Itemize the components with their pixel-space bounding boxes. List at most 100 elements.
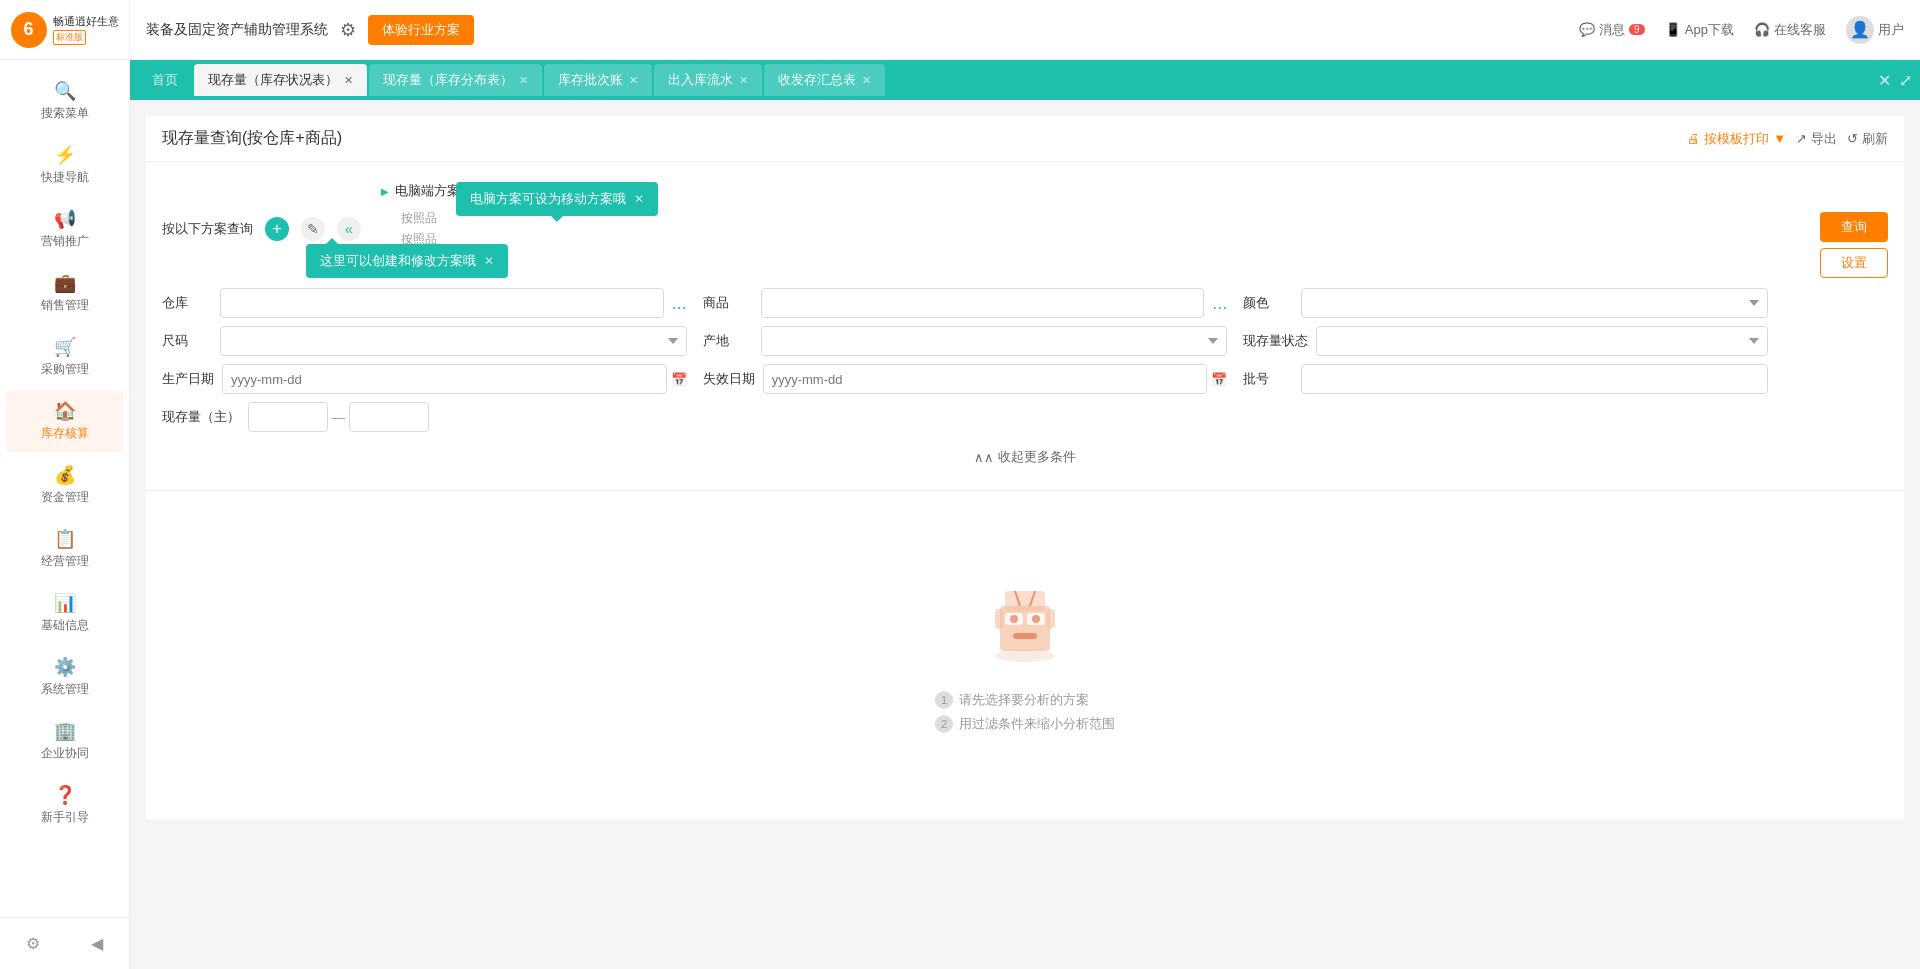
edit-scheme-button[interactable]: ✎ [301, 217, 325, 241]
reset-button[interactable]: 设置 [1820, 248, 1888, 278]
settings-gear-icon[interactable]: ⚙ [340, 19, 356, 41]
sidebar-item-label: 系统管理 [41, 681, 89, 698]
warehouse-label: 仓库 [162, 294, 212, 312]
warehouse-dots[interactable]: ... [672, 293, 687, 314]
inv-amount-range: — [248, 402, 687, 432]
goods-dots[interactable]: ... [1212, 293, 1227, 314]
app-logo: 6 畅通逍好生意 标准版 [0, 0, 129, 60]
sidebar-nav: 🔍 搜索菜单 ⚡ 快捷导航 📢 营销推广 💼 销售管理 🛒 采购管理 🏠 库存核… [0, 60, 129, 917]
filter-fields-container: 仓库 ... 商品 ... 颜色 [162, 288, 1888, 432]
online-support-button[interactable]: 🎧 在线客服 [1754, 21, 1826, 39]
industry-plan-button[interactable]: 体验行业方案 [368, 15, 474, 45]
tab-in-out-flow-close[interactable]: ✕ [739, 74, 748, 87]
color-field: 颜色 [1243, 288, 1768, 318]
sidebar-item-label: 新手引导 [41, 809, 89, 826]
scheme-desktop-arrow-icon: ▶ [381, 186, 389, 197]
size-select[interactable] [220, 326, 687, 356]
sales-icon: 💼 [54, 272, 76, 294]
page-actions: 🖨 按模板打印 ▼ ↗ 导出 ↺ 刷新 [1687, 130, 1888, 148]
svg-rect-6 [1013, 633, 1037, 639]
origin-field: 产地 [703, 326, 1228, 356]
guide-icon: ❓ [54, 784, 76, 806]
user-menu[interactable]: 👤 用户 [1846, 16, 1904, 44]
filter-row-2: 尺码 产地 现存量状态 [162, 326, 1888, 356]
tab-receive-summary-close[interactable]: ✕ [862, 74, 871, 87]
logo-icon: 6 [11, 12, 47, 48]
step-1-text: 请先选择要分析的方案 [959, 691, 1089, 709]
sidebar-item-basic-info[interactable]: 📊 基础信息 [6, 582, 123, 644]
sidebar-item-label: 经营管理 [41, 553, 89, 570]
prod-date-range: 📅 [222, 364, 687, 394]
sidebar-item-search-menu[interactable]: 🔍 搜索菜单 [6, 70, 123, 132]
empty-steps-list: 1 请先选择要分析的方案 2 用过滤条件来缩小分析范围 [935, 691, 1115, 739]
batch-input[interactable] [1301, 364, 1768, 394]
sidebar-item-quick-nav[interactable]: ⚡ 快捷导航 [6, 134, 123, 196]
app-download-button[interactable]: 📱 App下载 [1665, 21, 1734, 39]
tab-inventory-dist-close[interactable]: ✕ [519, 74, 528, 87]
tab-in-out-flow[interactable]: 出入库流水 ✕ [654, 64, 762, 96]
collapse-sidebar-icon[interactable]: ◀ [87, 930, 107, 957]
query-button[interactable]: 查询 [1820, 212, 1888, 242]
content-area: 现存量查询(按仓库+商品) 🖨 按模板打印 ▼ ↗ 导出 ↺ 刷新 [146, 116, 1904, 819]
assets-icon: 💰 [54, 464, 76, 486]
sidebar-item-system[interactable]: ⚙️ 系统管理 [6, 646, 123, 708]
inv-amount-label: 现存量（主） [162, 408, 240, 426]
add-scheme-button[interactable]: + [265, 217, 289, 241]
desktop-scheme-label[interactable]: 电脑端方案 [395, 182, 460, 200]
sidebar-item-enterprise[interactable]: 🏢 企业协同 [6, 710, 123, 772]
back-button[interactable]: « [337, 217, 361, 241]
tab-batch-ledger-close[interactable]: ✕ [629, 74, 638, 87]
refresh-icon: ↺ [1847, 131, 1858, 146]
sidebar-item-marketing[interactable]: 📢 营销推广 [6, 198, 123, 260]
tab-receive-summary[interactable]: 收发存汇总表 ✕ [764, 64, 885, 96]
app-name: 畅通逍好生意 [53, 14, 119, 28]
maximize-icon[interactable]: ⤢ [1899, 71, 1912, 90]
settings-icon[interactable]: ⚙ [22, 930, 44, 957]
inv-from-input[interactable] [248, 402, 328, 432]
export-button[interactable]: ↗ 导出 [1796, 130, 1837, 148]
svg-point-5 [1032, 615, 1040, 623]
goods-input[interactable] [761, 288, 1205, 318]
warehouse-input[interactable] [220, 288, 664, 318]
batch-field: 批号 [1243, 364, 1768, 394]
tab-inventory-status-close[interactable]: ✕ [344, 74, 353, 87]
collapse-button[interactable]: ∧∧ 收起更多条件 [974, 448, 1076, 466]
sidebar-item-sales[interactable]: 💼 销售管理 [6, 262, 123, 324]
refresh-button[interactable]: ↺ 刷新 [1847, 130, 1888, 148]
tooltip-scheme-close[interactable]: ✕ [484, 254, 494, 268]
message-button[interactable]: 💬 消息 9 [1579, 21, 1645, 39]
exp-date-from-input[interactable] [763, 364, 1208, 394]
tab-inventory-status[interactable]: 现存量（库存状况表） ✕ [194, 64, 367, 96]
filter-row-4: 现存量（主） — [162, 402, 1888, 432]
tab-batch-ledger[interactable]: 库存批次账 ✕ [544, 64, 652, 96]
exp-date-range: 📅 [763, 364, 1228, 394]
top-header: 装备及固定资产辅助管理系统 ⚙ 体验行业方案 💬 消息 9 📱 App下载 🎧 … [130, 0, 1920, 60]
svg-rect-9 [1005, 591, 1045, 611]
template-print-button[interactable]: 🖨 按模板打印 ▼ [1687, 130, 1786, 148]
app-badge: 标准版 [53, 30, 86, 45]
sidebar-item-label: 快捷导航 [41, 169, 89, 186]
goods-field: 商品 ... [703, 288, 1228, 318]
search-menu-icon: 🔍 [54, 80, 76, 102]
inv-status-select[interactable] [1316, 326, 1768, 356]
prod-date-calendar-icon[interactable]: 📅 [671, 372, 687, 387]
tab-inventory-dist-label: 现存量（库存分布表） [383, 71, 513, 89]
color-select[interactable] [1301, 288, 1768, 318]
tooltip-desktop-close[interactable]: ✕ [634, 192, 644, 206]
tab-inventory-dist[interactable]: 现存量（库存分布表） ✕ [369, 64, 542, 96]
sidebar-item-purchase[interactable]: 🛒 采购管理 [6, 326, 123, 388]
search-buttons: 查询 设置 [1820, 212, 1888, 278]
sidebar-item-operations[interactable]: 📋 经营管理 [6, 518, 123, 580]
sidebar-item-guide[interactable]: ❓ 新手引导 [6, 774, 123, 836]
exp-date-calendar-icon[interactable]: 📅 [1211, 372, 1227, 387]
header-left: 装备及固定资产辅助管理系统 ⚙ 体验行业方案 [146, 15, 474, 45]
exp-date-field: 失效日期 📅 [703, 364, 1228, 394]
tab-home[interactable]: 首页 [138, 64, 192, 96]
origin-select[interactable] [761, 326, 1228, 356]
sidebar-item-assets[interactable]: 💰 资金管理 [6, 454, 123, 516]
tab-inventory-status-label: 现存量（库存状况表） [208, 71, 338, 89]
prod-date-from-input[interactable] [222, 364, 667, 394]
close-all-tabs-icon[interactable]: ✕ [1878, 71, 1891, 90]
sidebar-item-inventory[interactable]: 🏠 库存核算 [6, 390, 123, 452]
inv-to-input[interactable] [349, 402, 429, 432]
